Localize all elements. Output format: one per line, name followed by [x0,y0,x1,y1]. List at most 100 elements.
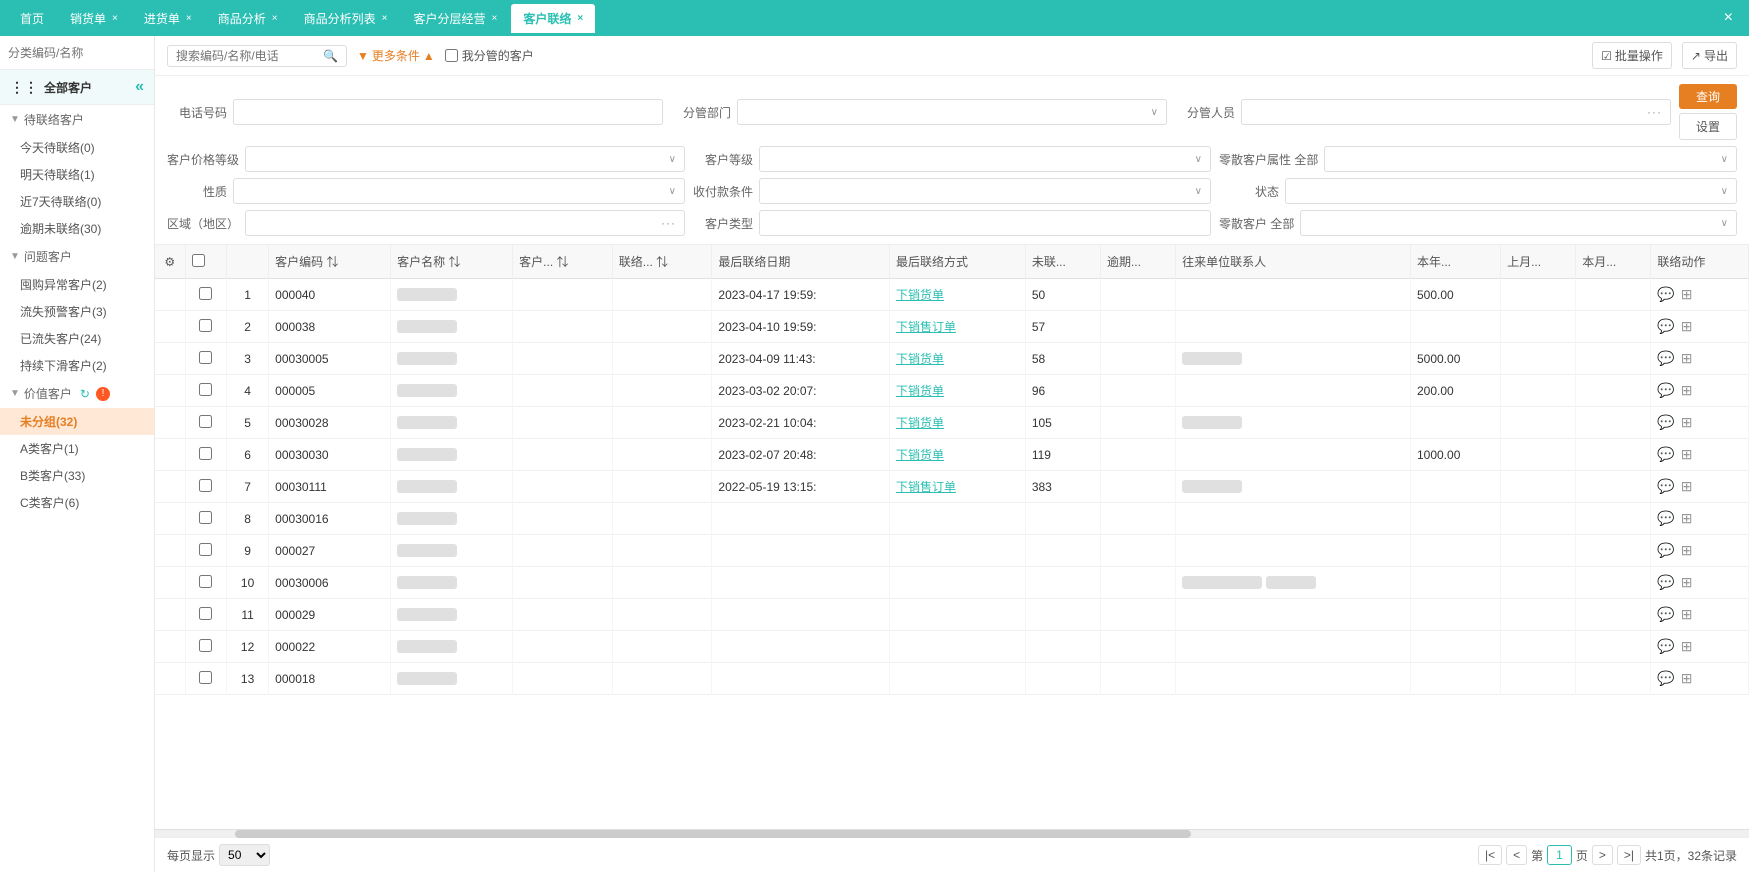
section-pending-contact[interactable]: ▼ 待联络客户 [0,105,154,134]
td-checkbox[interactable] [185,631,227,663]
action-message-icon[interactable]: 💬 [1657,478,1674,495]
sidebar-item-declining[interactable]: 持续下滑客户(2) [0,352,154,379]
action-message-icon[interactable]: 💬 [1657,446,1674,463]
refresh-value-icon[interactable]: ↻ [80,387,90,401]
action-grid-icon[interactable]: ⊞ [1681,606,1693,623]
last-way-link[interactable]: 下销货单 [896,288,944,302]
adv-reset-btn[interactable]: 设置 [1679,113,1737,140]
col-last-date[interactable]: 最后联络日期 [712,245,890,279]
action-grid-icon[interactable]: ⊞ [1681,286,1693,303]
row-checkbox[interactable] [199,351,212,364]
col-this-year[interactable]: 本年... [1410,245,1500,279]
col-last-month[interactable]: 上月... [1501,245,1576,279]
col-contact[interactable]: 联络... ⇅ [612,245,712,279]
td-checkbox[interactable] [185,279,227,311]
close-customer-tier-icon[interactable]: × [491,13,497,24]
sidebar-item-class-a[interactable]: A类客户(1) [0,435,154,462]
col-settings[interactable]: ⚙ [155,245,185,279]
td-checkbox[interactable] [185,471,227,503]
last-way-link[interactable]: 下销货单 [896,448,944,462]
sidebar-item-7days[interactable]: 近7天待联络(0) [0,188,154,215]
last-way-link[interactable]: 下销货单 [896,416,944,430]
action-grid-icon[interactable]: ⊞ [1681,382,1693,399]
action-message-icon[interactable]: 💬 [1657,350,1674,367]
action-grid-icon[interactable]: ⊞ [1681,478,1693,495]
my-customers-checkbox[interactable]: 我分管的客户 [445,47,534,64]
person-input[interactable]: ··· [1241,99,1671,125]
close-customer-contact-icon[interactable]: × [577,13,583,24]
close-analysis-icon[interactable]: × [272,13,278,24]
td-checkbox[interactable] [185,407,227,439]
td-checkbox[interactable] [185,503,227,535]
nav-analysis-list[interactable]: 商品分析列表 × [292,4,400,33]
close-sales-icon[interactable]: × [112,13,118,24]
close-purchase-icon[interactable]: × [186,13,192,24]
batch-op-btn[interactable]: ☑ 批量操作 [1592,42,1672,69]
page-first-btn[interactable]: |< [1478,845,1502,865]
row-checkbox[interactable] [199,287,212,300]
action-message-icon[interactable]: 💬 [1657,638,1674,655]
row-checkbox[interactable] [199,383,212,396]
sidebar-item-class-b[interactable]: B类客户(33) [0,462,154,489]
nav-sales[interactable]: 销货单 × [58,4,130,33]
sidebar-item-churn-warning[interactable]: 流失预警客户(3) [0,298,154,325]
page-next-btn[interactable]: > [1592,845,1613,865]
col-code[interactable]: 客户编码 ⇅ [269,245,391,279]
horizontal-scrollbar[interactable] [155,829,1749,837]
page-last-btn[interactable]: >| [1617,845,1641,865]
td-checkbox[interactable] [185,311,227,343]
close-analysis-list-icon[interactable]: × [382,13,388,24]
last-way-link[interactable]: 下销售订单 [896,320,956,334]
sidebar-all-customers[interactable]: ⋮⋮ 全部客户 « [0,70,154,105]
col-contact-person[interactable]: 往来单位联系人 [1176,245,1411,279]
cust-level-input[interactable]: ∨ [759,146,1211,172]
cust-type-input[interactable] [759,210,1211,236]
action-message-icon[interactable]: 💬 [1657,286,1674,303]
action-grid-icon[interactable]: ⊞ [1681,574,1693,591]
row-checkbox[interactable] [199,607,212,620]
sidebar-item-class-c[interactable]: C类客户(6) [0,489,154,516]
last-way-link[interactable]: 下销售订单 [896,480,956,494]
nav-home[interactable]: 首页 [8,4,56,33]
td-checkbox[interactable] [185,343,227,375]
col-overdue[interactable]: 逾期... [1100,245,1175,279]
action-message-icon[interactable]: 💬 [1657,414,1674,431]
price-level-input[interactable]: ∨ [245,146,685,172]
td-checkbox[interactable] [185,599,227,631]
td-checkbox[interactable] [185,567,227,599]
action-grid-icon[interactable]: ⊞ [1681,670,1693,687]
per-page-select[interactable]: 50 20 100 [219,844,270,866]
col-this-month[interactable]: 本月... [1576,245,1651,279]
nature-input[interactable]: ∨ [233,178,685,204]
col-checkbox-header[interactable] [185,245,227,279]
action-message-icon[interactable]: 💬 [1657,382,1674,399]
nav-customer-contact[interactable]: 客户联络 × [511,4,595,33]
action-grid-icon[interactable]: ⊞ [1681,510,1693,527]
action-message-icon[interactable]: 💬 [1657,574,1674,591]
filter-search-input[interactable] [176,49,319,63]
retail-input[interactable]: ∨ [1300,210,1737,236]
row-checkbox[interactable] [199,639,212,652]
row-checkbox[interactable] [199,319,212,332]
row-checkbox[interactable] [199,511,212,524]
page-prev-btn[interactable]: < [1506,845,1527,865]
row-checkbox[interactable] [199,479,212,492]
export-btn[interactable]: ↗ 导出 [1682,42,1737,69]
row-checkbox[interactable] [199,575,212,588]
my-customers-check[interactable] [445,49,458,62]
action-message-icon[interactable]: 💬 [1657,606,1674,623]
td-checkbox[interactable] [185,535,227,567]
status-input[interactable]: ∨ [1285,178,1737,204]
adv-search-btn[interactable]: 查询 [1679,84,1737,109]
row-checkbox[interactable] [199,543,212,556]
action-message-icon[interactable]: 💬 [1657,510,1674,527]
sidebar-item-tomorrow[interactable]: 明天待联络(1) [0,161,154,188]
td-checkbox[interactable] [185,375,227,407]
action-grid-icon[interactable]: ⊞ [1681,414,1693,431]
sidebar-item-abnormal[interactable]: 囤购异常客户(2) [0,271,154,298]
retail-attr-input[interactable]: ∨ [1324,146,1737,172]
action-grid-icon[interactable]: ⊞ [1681,446,1693,463]
row-checkbox[interactable] [199,415,212,428]
row-checkbox[interactable] [199,671,212,684]
phone-input[interactable] [233,99,663,125]
